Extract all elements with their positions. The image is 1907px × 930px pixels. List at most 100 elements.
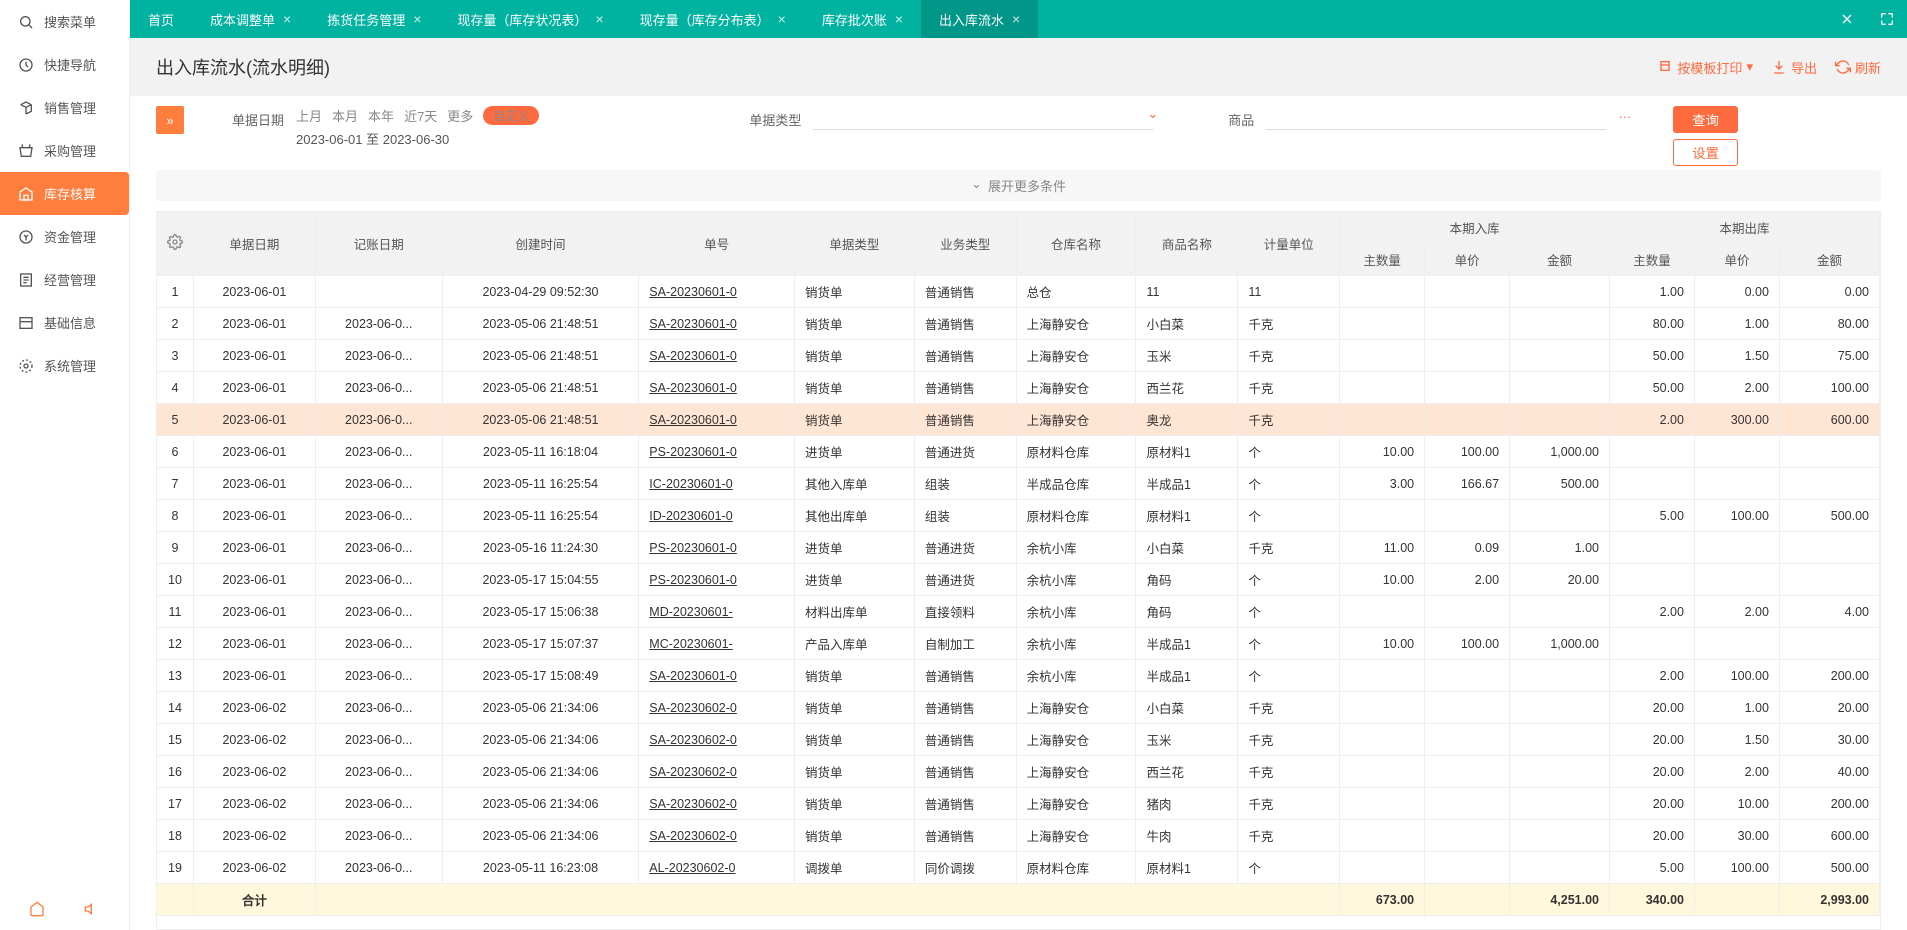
doc-link[interactable]: SA-20230601-0	[649, 285, 737, 299]
col-doctype[interactable]: 单据类型	[795, 212, 915, 276]
refresh-button[interactable]: 刷新	[1835, 58, 1881, 77]
tab[interactable]: 库存批次账 ×	[804, 0, 921, 38]
close-icon[interactable]: ×	[778, 11, 786, 27]
sidebar-item-base[interactable]: 基础信息	[0, 301, 129, 344]
filter-doctype-label: 单据类型	[749, 106, 801, 129]
col-createtime[interactable]: 创建时间	[442, 212, 639, 276]
date-shortcut[interactable]: 本年	[368, 106, 394, 125]
doc-link[interactable]: SA-20230601-0	[649, 317, 737, 331]
nav-icon	[18, 57, 34, 73]
speaker-icon[interactable]	[84, 901, 100, 920]
doc-link[interactable]: SA-20230602-0	[649, 733, 737, 747]
close-icon[interactable]: ×	[283, 11, 291, 27]
col-docdate[interactable]: 单据日期	[194, 212, 316, 276]
col-out-price[interactable]: 单价	[1694, 244, 1779, 276]
col-biztype[interactable]: 业务类型	[914, 212, 1016, 276]
sidebar-item-purchase[interactable]: 采购管理	[0, 129, 129, 172]
table-row[interactable]: 62023-06-012023-06-0...2023-05-11 16:18:…	[157, 436, 1880, 468]
close-icon[interactable]: ×	[1012, 11, 1020, 27]
sidebar-item-inventory[interactable]: 库存核算	[0, 172, 129, 215]
table-row[interactable]: 132023-06-012023-06-0...2023-05-17 15:08…	[157, 660, 1880, 692]
table-row[interactable]: 42023-06-012023-06-0...2023-05-06 21:48:…	[157, 372, 1880, 404]
table-row[interactable]: 182023-06-022023-06-0...2023-05-06 21:34…	[157, 820, 1880, 852]
col-out-qty[interactable]: 主数量	[1610, 244, 1695, 276]
date-shortcut[interactable]: 近7天	[404, 106, 437, 125]
tab[interactable]: 出入库流水×	[921, 0, 1038, 38]
sidebar-item-system[interactable]: 系统管理	[0, 344, 129, 387]
close-all-tabs-button[interactable]	[1827, 0, 1867, 38]
sidebar-item-funds[interactable]: 资金管理	[0, 215, 129, 258]
doc-link[interactable]: SA-20230602-0	[649, 829, 737, 843]
doc-link[interactable]: AL-20230602-0	[649, 861, 735, 875]
table-row[interactable]: 82023-06-012023-06-0...2023-05-11 16:25:…	[157, 500, 1880, 532]
table-row[interactable]: 172023-06-022023-06-0...2023-05-06 21:34…	[157, 788, 1880, 820]
table-row[interactable]: 152023-06-022023-06-0...2023-05-06 21:34…	[157, 724, 1880, 756]
settings-button[interactable]: 设置	[1673, 139, 1738, 166]
doc-link[interactable]: SA-20230601-0	[649, 669, 737, 683]
export-button[interactable]: 导出	[1771, 58, 1817, 77]
tab[interactable]: 拣货任务管理×	[309, 0, 439, 38]
table-row[interactable]: 112023-06-012023-06-0...2023-05-17 15:06…	[157, 596, 1880, 628]
sidebar-item-search[interactable]: 搜索菜单	[0, 0, 129, 43]
table-row[interactable]: 72023-06-012023-06-0...2023-05-11 16:25:…	[157, 468, 1880, 500]
table-row[interactable]: 192023-06-022023-06-0...2023-05-11 16:23…	[157, 852, 1880, 884]
doc-link[interactable]: SA-20230601-0	[649, 349, 737, 363]
table-row[interactable]: 162023-06-022023-06-0...2023-05-06 21:34…	[157, 756, 1880, 788]
sidebar-item-business[interactable]: 经营管理	[0, 258, 129, 301]
doc-link[interactable]: PS-20230601-0	[649, 573, 737, 587]
doctype-select[interactable]	[813, 106, 1153, 130]
date-shortcut[interactable]: 更多	[447, 106, 473, 125]
col-in-amt[interactable]: 金额	[1510, 244, 1610, 276]
col-postdate[interactable]: 记账日期	[315, 212, 442, 276]
table-row[interactable]: 32023-06-012023-06-0...2023-05-06 21:48:…	[157, 340, 1880, 372]
date-shortcut[interactable]: 上月	[296, 106, 322, 125]
tab[interactable]: 成本调整单×	[192, 0, 309, 38]
home-icon[interactable]	[29, 901, 45, 920]
table-row[interactable]: 52023-06-012023-06-0...2023-05-06 21:48:…	[157, 404, 1880, 436]
sidebar-item-sales[interactable]: 销售管理	[0, 86, 129, 129]
fullscreen-button[interactable]	[1867, 0, 1907, 38]
table-row[interactable]: 102023-06-012023-06-0...2023-05-17 15:04…	[157, 564, 1880, 596]
expand-filters-button[interactable]: ⌄ 展开更多条件	[156, 170, 1881, 201]
doc-link[interactable]: SA-20230602-0	[649, 797, 737, 811]
close-icon[interactable]: ×	[895, 11, 903, 27]
close-icon[interactable]: ×	[595, 11, 603, 27]
table-row[interactable]: 142023-06-022023-06-0...2023-05-06 21:34…	[157, 692, 1880, 724]
query-button[interactable]: 查询	[1673, 106, 1738, 133]
table-row[interactable]: 12023-06-012023-04-29 09:52:30SA-2023060…	[157, 276, 1880, 308]
date-custom-pill[interactable]: 自定义	[483, 106, 539, 125]
doc-link[interactable]: SA-20230602-0	[649, 701, 737, 715]
tab[interactable]: 现存量（库存分布表）×	[622, 0, 804, 38]
col-out-amt[interactable]: 金额	[1779, 244, 1879, 276]
print-button[interactable]: 按模板打印 ▾	[1657, 58, 1753, 77]
doc-link[interactable]: PS-20230601-0	[649, 445, 737, 459]
doc-link[interactable]: IC-20230601-0	[649, 477, 732, 491]
doc-link[interactable]: SA-20230601-0	[649, 413, 737, 427]
table-row[interactable]: 122023-06-012023-06-0...2023-05-17 15:07…	[157, 628, 1880, 660]
doc-link[interactable]: MD-20230601-	[649, 605, 732, 619]
col-unit[interactable]: 计量单位	[1238, 212, 1340, 276]
col-in-price[interactable]: 单价	[1425, 244, 1510, 276]
tab-label: 库存批次账	[822, 10, 887, 29]
col-product[interactable]: 商品名称	[1136, 212, 1238, 276]
col-docno[interactable]: 单号	[639, 212, 795, 276]
doc-link[interactable]: PS-20230601-0	[649, 541, 737, 555]
table-row[interactable]: 92023-06-012023-06-0...2023-05-16 11:24:…	[157, 532, 1880, 564]
close-icon[interactable]: ×	[413, 11, 421, 27]
gear-column-header[interactable]	[157, 212, 194, 276]
tab[interactable]: 现存量（库存状况表）×	[439, 0, 621, 38]
col-warehouse[interactable]: 仓库名称	[1016, 212, 1136, 276]
collapse-filters-button[interactable]: »	[156, 106, 184, 134]
table-row[interactable]: 22023-06-012023-06-0...2023-05-06 21:48:…	[157, 308, 1880, 340]
doc-link[interactable]: SA-20230601-0	[649, 381, 737, 395]
col-in-qty[interactable]: 主数量	[1340, 244, 1425, 276]
date-shortcut[interactable]: 本月	[332, 106, 358, 125]
doc-link[interactable]: ID-20230601-0	[649, 509, 732, 523]
chevron-down-icon: ▾	[1746, 59, 1753, 75]
doc-link[interactable]: SA-20230602-0	[649, 765, 737, 779]
product-input[interactable]	[1266, 106, 1606, 130]
tab[interactable]: 首页	[130, 0, 192, 38]
more-icon[interactable]: …	[1618, 106, 1631, 121]
doc-link[interactable]: MC-20230601-	[649, 637, 732, 651]
sidebar-item-nav[interactable]: 快捷导航	[0, 43, 129, 86]
